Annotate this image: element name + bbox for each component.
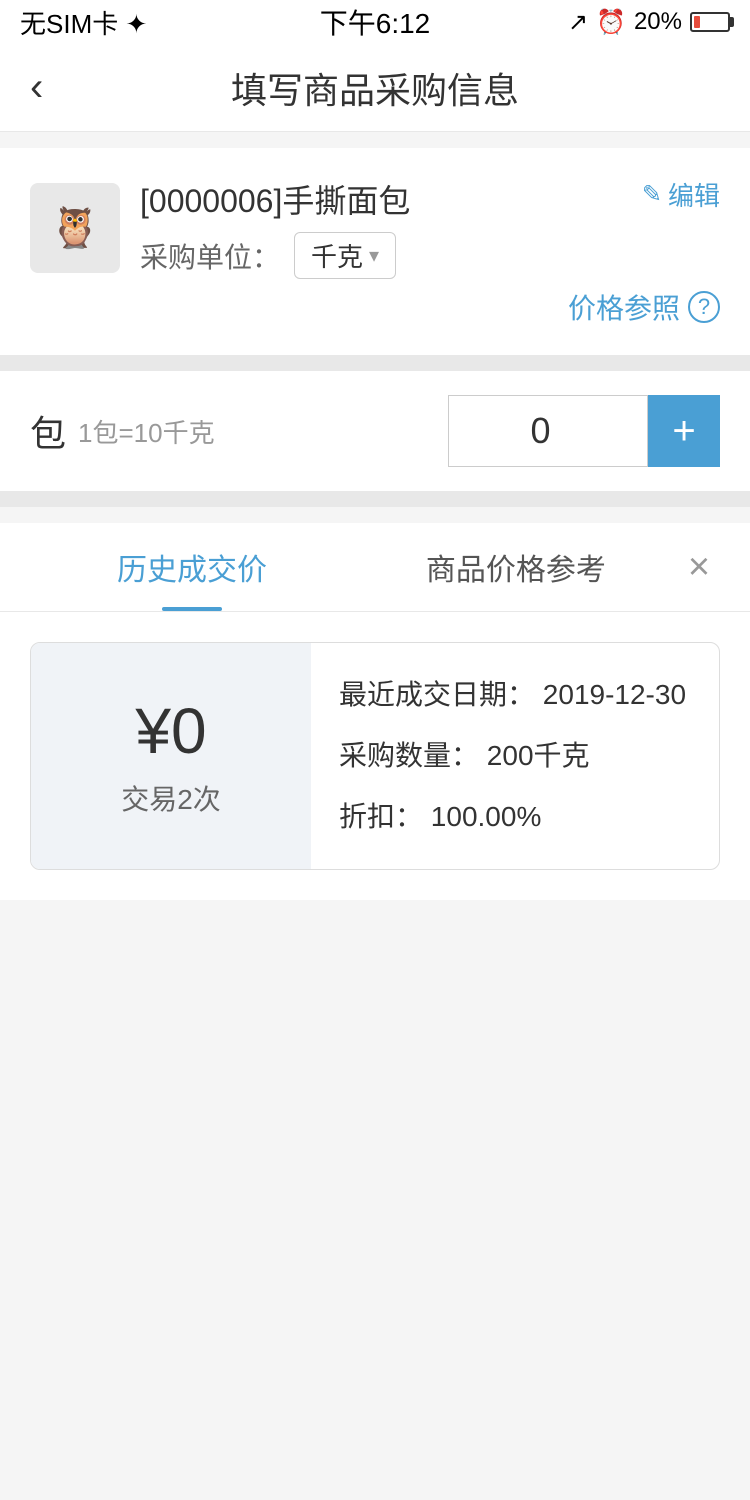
edit-button[interactable]: ✎ 编辑: [642, 176, 720, 213]
tab-history-label: 历史成交价: [117, 545, 267, 589]
bottom-area: [0, 900, 750, 1500]
help-icon[interactable]: ?: [688, 291, 720, 323]
quantity-label: 包 1包=10千克: [30, 405, 215, 457]
discount-value: 100.00%: [431, 801, 542, 832]
recent-date-label: 最近成交日期：: [339, 679, 535, 710]
product-left: 🦉 [0000006]手撕面包 采购单位： 千克 ▾: [30, 176, 410, 279]
back-button[interactable]: ‹: [30, 65, 43, 110]
unit-select[interactable]: 千克 ▾: [294, 232, 396, 279]
status-bar: 无SIM卡 ✦ 下午6:12 ↗ ⏰ 20%: [0, 0, 750, 44]
tab-product-price-label: 商品价格参考: [426, 545, 606, 589]
price-content: ¥0 交易2次 最近成交日期： 2019-12-30 采购数量： 200千克 折…: [0, 612, 750, 900]
price-left-panel: ¥0 交易2次: [31, 643, 311, 869]
tab-close-button[interactable]: ×: [678, 546, 720, 589]
dropdown-arrow-icon: ▾: [369, 243, 379, 268]
purchase-qty-value: 200千克: [487, 740, 590, 771]
nav-bar: ‹ 填写商品采购信息: [0, 44, 750, 132]
carrier-label: 无SIM卡 ✦: [20, 4, 147, 41]
status-left: 无SIM卡 ✦: [20, 4, 147, 41]
edit-label: 编辑: [668, 176, 720, 213]
price-discount: 折扣： 100.00%: [339, 795, 691, 840]
recent-date-value: 2019-12-30: [543, 679, 686, 710]
purchase-qty-label: 采购数量：: [339, 740, 479, 771]
price-amount: ¥0: [135, 694, 206, 768]
price-trade-count: 交易2次: [121, 778, 221, 818]
tab-underline: [162, 607, 222, 611]
unit-value: 千克: [311, 237, 363, 274]
unit-conversion: 1包=10千克: [78, 413, 215, 450]
quantity-input-row: +: [448, 395, 720, 467]
tabs-container: 历史成交价 商品价格参考 ×: [0, 523, 750, 612]
product-image-icon: 🦉: [50, 204, 100, 251]
price-info-card: ¥0 交易2次 最近成交日期： 2019-12-30 采购数量： 200千克 折…: [30, 642, 720, 870]
price-purchase-qty: 采购数量： 200千克: [339, 734, 691, 779]
unit-label: 采购单位：: [140, 236, 280, 276]
tab-history-price[interactable]: 历史成交价: [30, 523, 354, 611]
alarm-icon: ⏰: [596, 8, 626, 37]
status-time: 下午6:12: [320, 2, 431, 42]
battery-percent: 20%: [634, 8, 682, 36]
quantity-row: 包 1包=10千克 +: [0, 371, 750, 491]
product-name: [0000006]手撕面包: [140, 176, 410, 222]
price-ref-link[interactable]: 价格参照: [568, 287, 680, 327]
product-thumbnail: 🦉: [30, 183, 120, 273]
unit-row: 采购单位： 千克 ▾: [140, 232, 410, 279]
edit-icon: ✎: [642, 180, 662, 209]
battery-icon: [690, 12, 730, 32]
section-divider: [0, 355, 750, 371]
product-header: 🦉 [0000006]手撕面包 采购单位： 千克 ▾ ✎ 编辑: [30, 176, 720, 279]
price-recent-date: 最近成交日期： 2019-12-30: [339, 673, 691, 718]
page-title: 填写商品采购信息: [231, 62, 519, 114]
status-right: ↗ ⏰ 20%: [568, 8, 730, 37]
product-card: 🦉 [0000006]手撕面包 采购单位： 千克 ▾ ✎ 编辑 价格参照 ?: [0, 148, 750, 355]
section-divider-2: [0, 491, 750, 507]
unit-badge: 包: [30, 405, 66, 457]
quantity-input[interactable]: [448, 395, 648, 467]
quantity-plus-button[interactable]: +: [648, 395, 720, 467]
tab-product-price-ref[interactable]: 商品价格参考: [354, 523, 678, 611]
discount-label: 折扣：: [339, 801, 423, 832]
product-info: [0000006]手撕面包 采购单位： 千克 ▾: [140, 176, 410, 279]
price-ref-row: 价格参照 ?: [30, 287, 720, 327]
price-right-panel: 最近成交日期： 2019-12-30 采购数量： 200千克 折扣： 100.0…: [311, 643, 719, 869]
location-icon: ↗: [568, 8, 588, 37]
